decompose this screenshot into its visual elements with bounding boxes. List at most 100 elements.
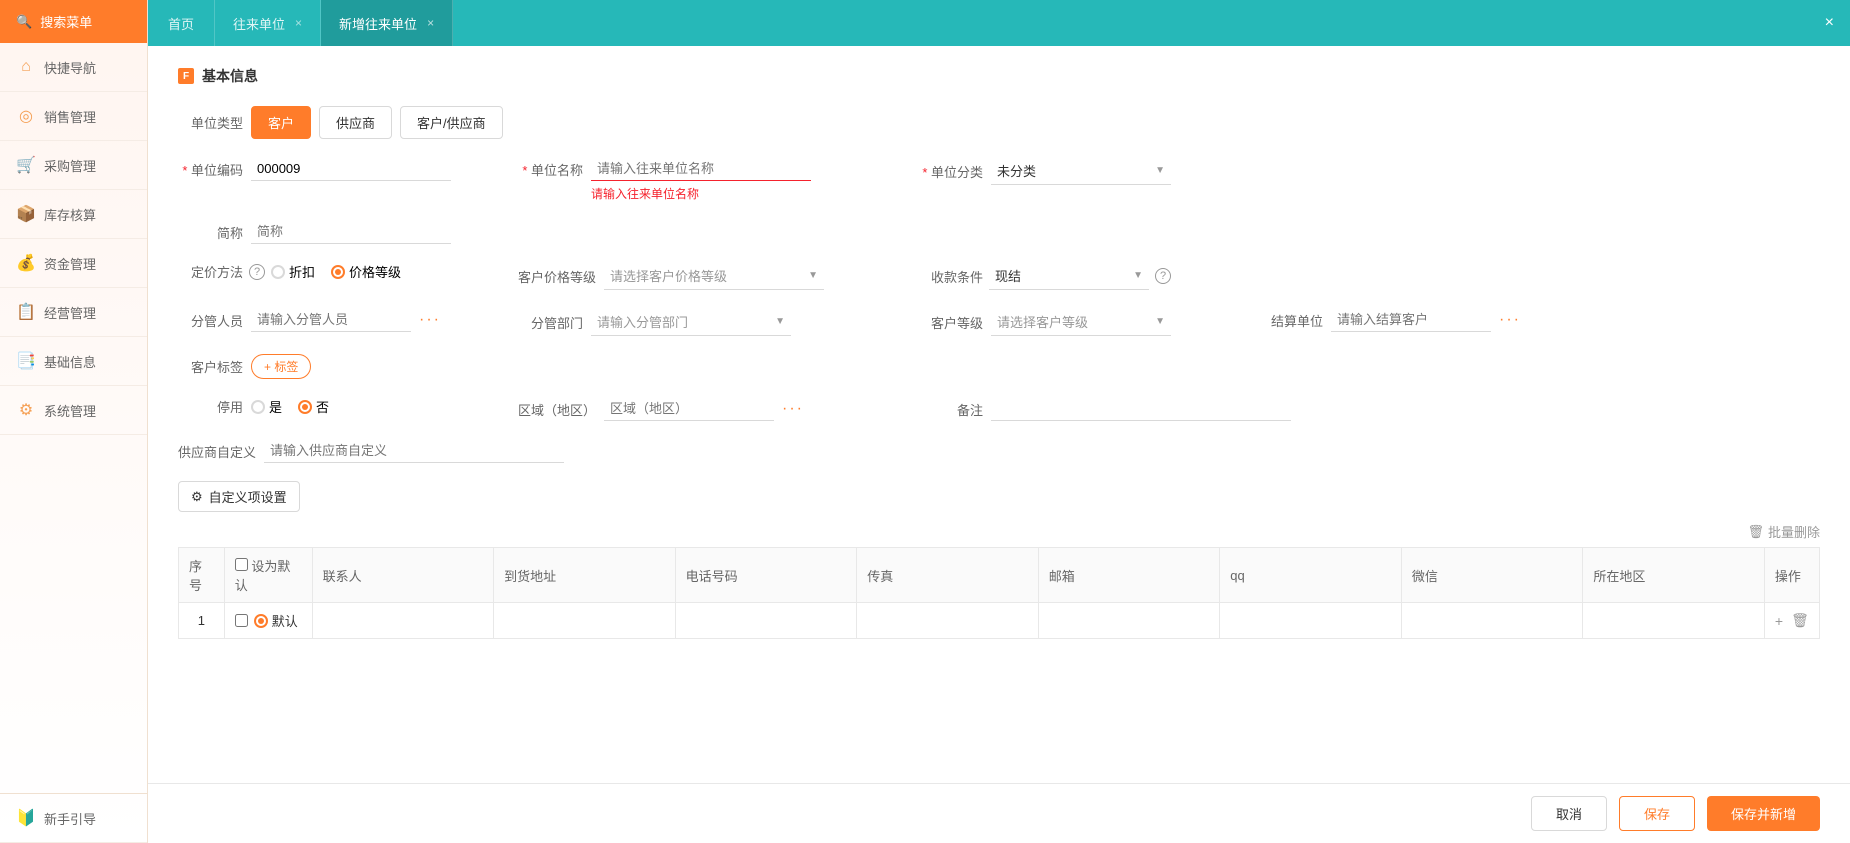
short-name-group: 简称 <box>178 220 518 244</box>
disable-label: 停用 <box>178 397 243 416</box>
sidebar-label: 系统管理 <box>44 401 96 420</box>
chevron-down-icon: ▼ <box>775 316 785 327</box>
payment-terms-select[interactable]: 现结 ▼ <box>989 262 1149 290</box>
customer-price-level-label: 客户价格等级 <box>518 267 596 286</box>
sidebar-label: 库存核算 <box>44 205 96 224</box>
form-content: F 基本信息 单位类型 客户 供应商 客户/供应商 单位编码 <box>148 46 1850 783</box>
tab-home[interactable]: 首页 <box>148 0 215 46</box>
col-seq: 序号 <box>179 548 225 603</box>
tab-counterparty[interactable]: 往来单位 × <box>215 0 321 46</box>
cell-actions: + 🗑 <box>1764 603 1819 639</box>
btn-supplier[interactable]: 供应商 <box>319 106 392 139</box>
save-button[interactable]: 保存 <box>1619 796 1695 831</box>
sidebar-label: 采购管理 <box>44 156 96 175</box>
qq-input[interactable] <box>1230 613 1391 628</box>
sidebar-label: 销售管理 <box>44 107 96 126</box>
region-more-btn[interactable]: ··· <box>782 400 804 418</box>
sidebar-label: 新手引导 <box>44 809 96 828</box>
table-section: 🗑 批量删除 序号 设为默认 联系人 到货地址 电话号码 传真 <box>178 522 1820 639</box>
region-input[interactable] <box>604 397 774 421</box>
cell-qq <box>1220 603 1402 639</box>
col-wechat: 微信 <box>1401 548 1583 603</box>
cell-default: 默认 <box>224 603 312 639</box>
tab-new-counterparty[interactable]: 新增往来单位 × <box>321 0 453 46</box>
sidebar-item-operations[interactable]: 📋 经营管理 <box>0 288 147 337</box>
save-and-new-button[interactable]: 保存并新增 <box>1707 796 1820 831</box>
tab-counterparty-label: 往来单位 <box>233 14 285 33</box>
sidebar-item-system[interactable]: ⚙ 系统管理 <box>0 386 147 435</box>
phone-input[interactable] <box>686 613 847 628</box>
select-all-checkbox[interactable] <box>235 558 248 571</box>
sidebar-search[interactable]: 🔍 搜索菜单 <box>0 0 147 43</box>
cell-seq: 1 <box>179 603 225 639</box>
sidebar-label: 资金管理 <box>44 254 96 273</box>
unit-category-value: 未分类 <box>997 161 1151 180</box>
address-input[interactable] <box>504 613 665 628</box>
region-cell-input[interactable] <box>1593 613 1754 628</box>
manager-more-btn[interactable]: ··· <box>419 311 441 329</box>
manager-input[interactable] <box>251 308 411 332</box>
radio-discount[interactable]: 折扣 <box>271 262 315 281</box>
delete-row-button[interactable]: 🗑 <box>1791 612 1809 629</box>
batch-delete-btn[interactable]: 🗑 批量删除 <box>1747 522 1820 541</box>
department-select[interactable]: 请输入分管部门 ▼ <box>591 308 791 336</box>
radio-default[interactable]: 默认 <box>254 611 298 630</box>
pricing-row: 定价方法 ? 折扣 价格等级 客户价格等级 请选择客户价格等级 <box>178 262 1820 290</box>
finance-icon: 💰 <box>16 253 36 273</box>
contact-input[interactable] <box>323 613 484 628</box>
customer-tag-group: 客户标签 + 标签 <box>178 354 1820 379</box>
customer-level-placeholder: 请选择客户等级 <box>997 312 1151 331</box>
sidebar-item-finance[interactable]: 💰 资金管理 <box>0 239 147 288</box>
pricing-help-icon[interactable]: ? <box>249 264 265 280</box>
email-input[interactable] <box>1049 613 1210 628</box>
row-checkbox[interactable] <box>235 614 248 627</box>
disable-radio-group: 是 否 <box>251 397 329 416</box>
btn-both[interactable]: 客户/供应商 <box>400 106 503 139</box>
table-row: 1 默认 <box>179 603 1820 639</box>
col-email: 邮箱 <box>1038 548 1220 603</box>
add-tag-button[interactable]: + 标签 <box>251 354 311 379</box>
tab-new-counterparty-close[interactable]: × <box>427 16 434 30</box>
gear-icon: ⚙ <box>191 489 203 505</box>
unit-name-group: 单位名称 请输入往来单位名称 <box>518 157 918 202</box>
disable-region-row: 停用 是 否 区域（地区） ··· <box>178 397 1820 421</box>
radio-price-level[interactable]: 价格等级 <box>331 262 401 281</box>
remark-input[interactable] <box>991 397 1291 421</box>
short-name-input[interactable] <box>251 220 451 244</box>
custom-settings-button[interactable]: ⚙ 自定义项设置 <box>178 481 300 512</box>
customer-tag-row: 客户标签 + 标签 <box>178 354 1820 379</box>
purchase-icon: 🛒 <box>16 155 36 175</box>
settlement-more-btn[interactable]: ··· <box>1499 311 1521 329</box>
window-close-button[interactable]: × <box>1809 14 1850 32</box>
payment-help-icon[interactable]: ? <box>1155 268 1171 284</box>
fax-input[interactable] <box>867 613 1028 628</box>
remark-label: 备注 <box>918 400 983 419</box>
cell-contact <box>312 603 494 639</box>
unit-category-select[interactable]: 未分类 ▼ <box>991 157 1171 185</box>
wechat-input[interactable] <box>1412 613 1573 628</box>
manager-row: 分管人员 ··· 分管部门 请输入分管部门 ▼ 客户等级 请选择客户等级 ▼ <box>178 308 1820 336</box>
cancel-button[interactable]: 取消 <box>1531 796 1607 831</box>
unit-code-input[interactable] <box>251 157 451 181</box>
unit-name-input[interactable] <box>591 157 811 181</box>
pricing-radio-group: 折扣 价格等级 <box>271 262 401 281</box>
customer-level-group: 客户等级 请选择客户等级 ▼ <box>918 308 1258 336</box>
customer-level-select[interactable]: 请选择客户等级 ▼ <box>991 308 1171 336</box>
tab-counterparty-close[interactable]: × <box>295 16 302 30</box>
sidebar-item-quick-nav[interactable]: ⌂ 快捷导航 <box>0 43 147 92</box>
radio-no[interactable]: 否 <box>298 397 329 416</box>
btn-customer[interactable]: 客户 <box>251 106 311 139</box>
supplier-custom-input[interactable] <box>264 439 564 463</box>
radio-discount-circle <box>271 265 285 279</box>
customer-price-level-select[interactable]: 请选择客户价格等级 ▼ <box>604 262 824 290</box>
sidebar-item-basic-info[interactable]: 📑 基础信息 <box>0 337 147 386</box>
sidebar-item-sales[interactable]: ◎ 销售管理 <box>0 92 147 141</box>
col-contact: 联系人 <box>312 548 494 603</box>
radio-yes[interactable]: 是 <box>251 397 282 416</box>
add-row-button[interactable]: + <box>1775 613 1783 629</box>
sidebar-item-guide[interactable]: 🔰 新手引导 <box>0 794 147 843</box>
sidebar-item-inventory[interactable]: 📦 库存核算 <box>0 190 147 239</box>
sidebar-item-purchase[interactable]: 🛒 采购管理 <box>0 141 147 190</box>
radio-price-level-circle <box>331 265 345 279</box>
settlement-input[interactable] <box>1331 308 1491 332</box>
